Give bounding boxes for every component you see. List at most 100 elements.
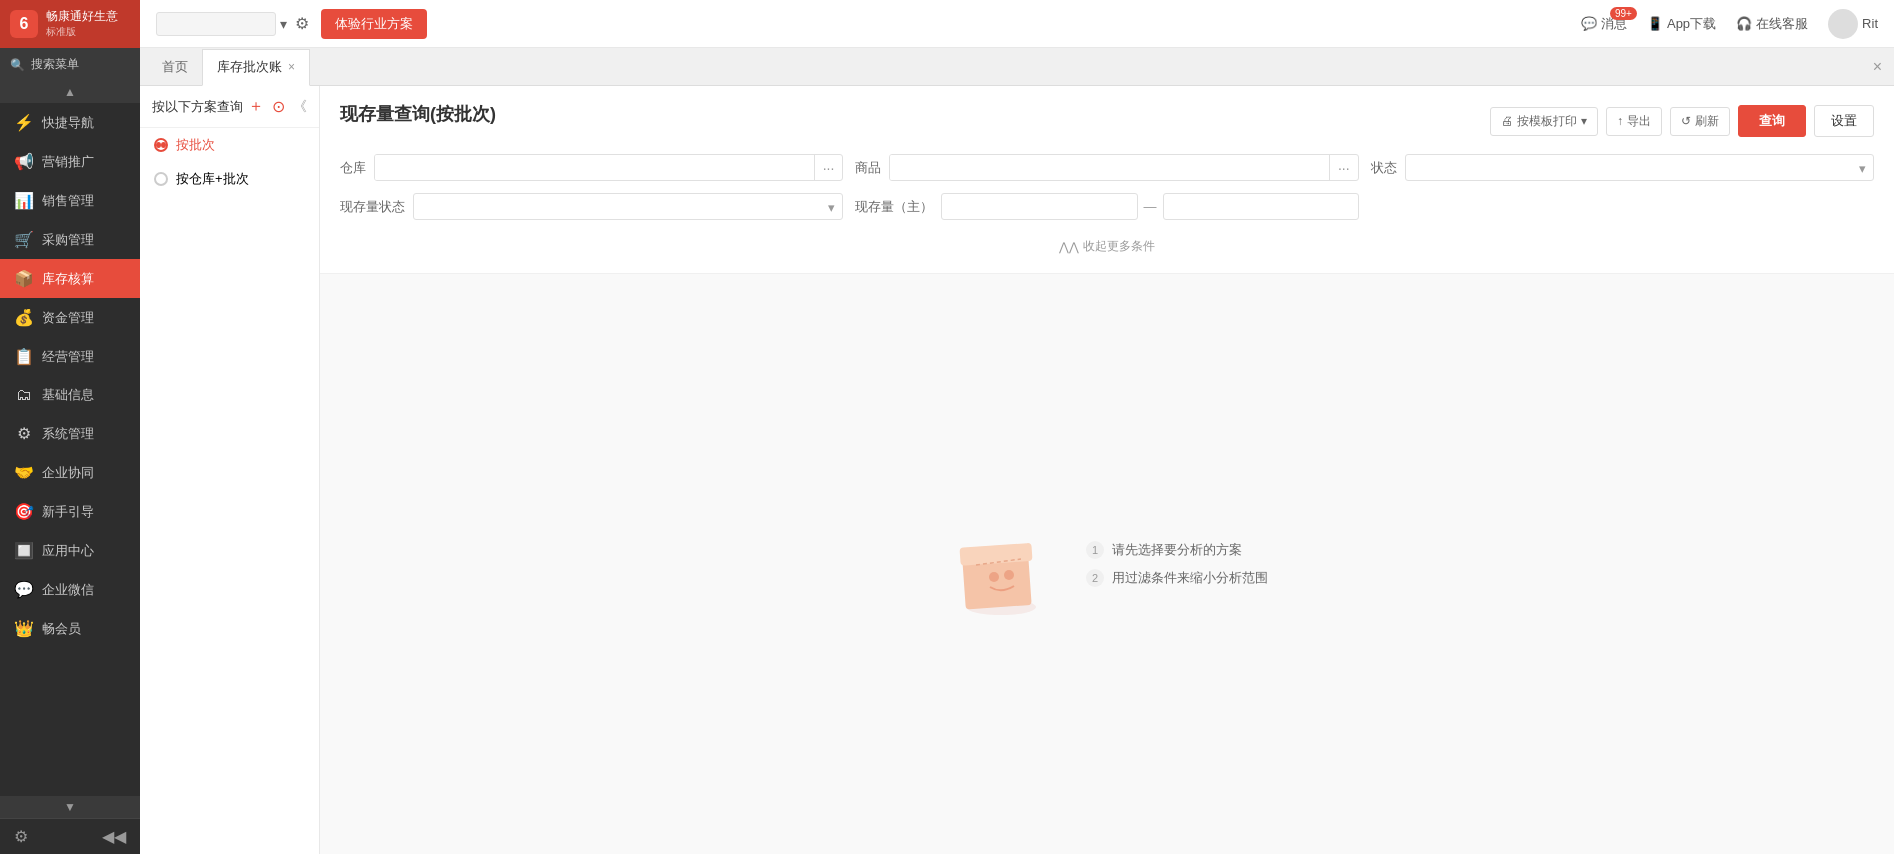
sidebar-item-wechat[interactable]: 💬 企业微信 <box>0 570 140 609</box>
stock-quantity-label: 现存量（主） <box>855 198 933 216</box>
apps-icon: 🔲 <box>14 541 34 560</box>
query-row-2: 现存量状态 ▾ 现存量（主） — <box>340 193 1874 220</box>
left-panel-title: 按以下方案查询 <box>152 98 243 116</box>
print-template-btn[interactable]: 🖨 按模板打印 ▾ <box>1490 107 1598 136</box>
stock-quantity-min-input[interactable] <box>941 193 1137 220</box>
product-input-wrapper: ··· <box>889 154 1358 181</box>
sidebar-item-label: 应用中心 <box>42 542 94 560</box>
sidebar-item-inventory[interactable]: 📦 库存核算 <box>0 259 140 298</box>
sidebar-item-label: 基础信息 <box>42 386 94 404</box>
app-download-label: App下载 <box>1667 15 1716 33</box>
warehouse-dots-btn[interactable]: ··· <box>814 155 843 180</box>
sidebar-item-marketing[interactable]: 📢 营销推广 <box>0 142 140 181</box>
query-row-1: 仓库 ··· 商品 ··· 状态 <box>340 154 1874 181</box>
sidebar-item-label: 新手引导 <box>42 503 94 521</box>
sidebar: 6 畅康通好生意 标准版 🔍 搜索菜单 ▲ ⚡ 快捷导航 📢 营销推广 📊 销售… <box>0 0 140 854</box>
collapse-sidebar-icon[interactable]: ◀◀ <box>102 827 126 846</box>
finance-icon: 💰 <box>14 308 34 327</box>
sidebar-item-quick-nav[interactable]: ⚡ 快捷导航 <box>0 103 140 142</box>
sidebar-item-newbie[interactable]: 🎯 新手引导 <box>0 492 140 531</box>
hint-number-2: 2 <box>1086 569 1104 587</box>
experience-btn[interactable]: 体验行业方案 <box>321 9 427 39</box>
sidebar-item-system[interactable]: ⚙ 系统管理 <box>0 414 140 453</box>
hint-item-2: 2 用过滤条件来缩小分析范围 <box>1086 569 1268 587</box>
sidebar-item-sales[interactable]: 📊 销售管理 <box>0 181 140 220</box>
sidebar-scroll-down[interactable]: ▼ <box>0 796 140 818</box>
operation-icon: 📋 <box>14 347 34 366</box>
topbar: ▾ ⚙ 体验行业方案 💬 消息 99+ 📱 App下载 🎧 在线客服 Rit <box>140 0 1894 48</box>
settings-btn[interactable]: 设置 <box>1814 105 1874 137</box>
tab-home[interactable]: 首页 <box>148 48 202 85</box>
phone-icon: 📱 <box>1647 16 1663 31</box>
query-btn[interactable]: 查询 <box>1738 105 1806 137</box>
empty-state-icon <box>946 509 1056 619</box>
sidebar-header: 6 畅康通好生意 标准版 <box>0 0 140 48</box>
export-icon: ↑ <box>1617 114 1623 128</box>
topbar-search-input[interactable] <box>156 12 276 36</box>
range-dash: — <box>1144 199 1157 214</box>
stock-quantity-max-input[interactable] <box>1163 193 1359 220</box>
refresh-icon: ↺ <box>1681 114 1691 128</box>
sidebar-item-label: 资金管理 <box>42 309 94 327</box>
sidebar-item-operation[interactable]: 📋 经营管理 <box>0 337 140 376</box>
collapse-row[interactable]: ⋀⋀ 收起更多条件 <box>340 232 1874 265</box>
stock-status-select[interactable] <box>413 193 843 220</box>
app-subtitle: 标准版 <box>46 25 118 39</box>
topbar-gear-icon[interactable]: ⚙ <box>295 14 309 33</box>
plan-item-by-warehouse-batch[interactable]: 按仓库+批次 <box>140 162 319 196</box>
add-plan-icon[interactable]: ＋ <box>248 96 264 117</box>
hint-text-1: 请先选择要分析的方案 <box>1112 541 1242 559</box>
online-service-action[interactable]: 🎧 在线客服 <box>1736 15 1808 33</box>
sidebar-scroll-up[interactable]: ▲ <box>0 81 140 103</box>
svg-point-5 <box>1004 570 1014 580</box>
sidebar-item-label: 快捷导航 <box>42 114 94 132</box>
tab-close-btn[interactable]: × <box>288 60 295 74</box>
sidebar-item-basic[interactable]: 🗂 基础信息 <box>0 376 140 414</box>
query-header: 现存量查询(按批次) 🖨 按模板打印 ▾ ↑ 导出 ↺ <box>320 86 1894 274</box>
user-action[interactable]: Rit <box>1828 9 1878 39</box>
stock-status-label: 现存量状态 <box>340 198 405 216</box>
settings-plan-icon[interactable]: ⊙ <box>272 97 285 116</box>
hint-number-1: 1 <box>1086 541 1104 559</box>
product-dots-btn[interactable]: ··· <box>1329 155 1358 180</box>
topbar-dropdown-btn[interactable]: ▾ <box>280 16 287 32</box>
headset-icon: 🎧 <box>1736 16 1752 31</box>
stock-quantity-field: 现存量（主） — <box>855 193 1358 220</box>
tab-close-all-btn[interactable]: × <box>1861 58 1894 76</box>
plan-item-by-batch[interactable]: 按批次 <box>140 128 319 162</box>
basic-icon: 🗂 <box>14 386 34 404</box>
newbie-icon: 🎯 <box>14 502 34 521</box>
refresh-btn[interactable]: ↺ 刷新 <box>1670 107 1730 136</box>
warehouse-input[interactable] <box>375 155 814 180</box>
app-title: 畅康通好生意 <box>46 9 118 25</box>
online-service-label: 在线客服 <box>1756 15 1808 33</box>
product-input[interactable] <box>890 155 1329 180</box>
sidebar-item-enterprise[interactable]: 🤝 企业协同 <box>0 453 140 492</box>
messages-action[interactable]: 💬 消息 99+ <box>1581 15 1627 33</box>
home-tab-label: 首页 <box>162 58 188 76</box>
sidebar-item-label: 库存核算 <box>42 270 94 288</box>
topbar-actions: 💬 消息 99+ 📱 App下载 🎧 在线客服 Rit <box>1581 9 1878 39</box>
message-icon: 💬 <box>1581 16 1597 31</box>
app-download-action[interactable]: 📱 App下载 <box>1647 15 1716 33</box>
sidebar-item-finance[interactable]: 💰 资金管理 <box>0 298 140 337</box>
warehouse-label: 仓库 <box>340 159 366 177</box>
sidebar-item-purchase[interactable]: 🛒 采购管理 <box>0 220 140 259</box>
hint-text-2: 用过滤条件来缩小分析范围 <box>1112 569 1268 587</box>
stock-status-field: 现存量状态 ▾ <box>340 193 843 220</box>
main-area: ▾ ⚙ 体验行业方案 💬 消息 99+ 📱 App下载 🎧 在线客服 Rit <box>140 0 1894 854</box>
export-btn[interactable]: ↑ 导出 <box>1606 107 1662 136</box>
plan-label-by-batch: 按批次 <box>176 136 215 154</box>
tab-inventory-batch[interactable]: 库存批次账 × <box>202 49 310 86</box>
empty-hints: 1 请先选择要分析的方案 2 用过滤条件来缩小分析范围 <box>1086 541 1268 587</box>
collapse-panel-icon[interactable]: 《 <box>293 98 307 116</box>
sidebar-search[interactable]: 🔍 搜索菜单 <box>0 48 140 81</box>
sidebar-item-label: 企业协同 <box>42 464 94 482</box>
settings-icon[interactable]: ⚙ <box>14 827 28 846</box>
sidebar-item-member[interactable]: 👑 畅会员 <box>0 609 140 648</box>
status-select[interactable] <box>1405 154 1874 181</box>
inventory-icon: 📦 <box>14 269 34 288</box>
collapse-up-icon: ⋀⋀ <box>1059 240 1079 254</box>
sidebar-item-apps[interactable]: 🔲 应用中心 <box>0 531 140 570</box>
product-field: 商品 ··· <box>855 154 1358 181</box>
